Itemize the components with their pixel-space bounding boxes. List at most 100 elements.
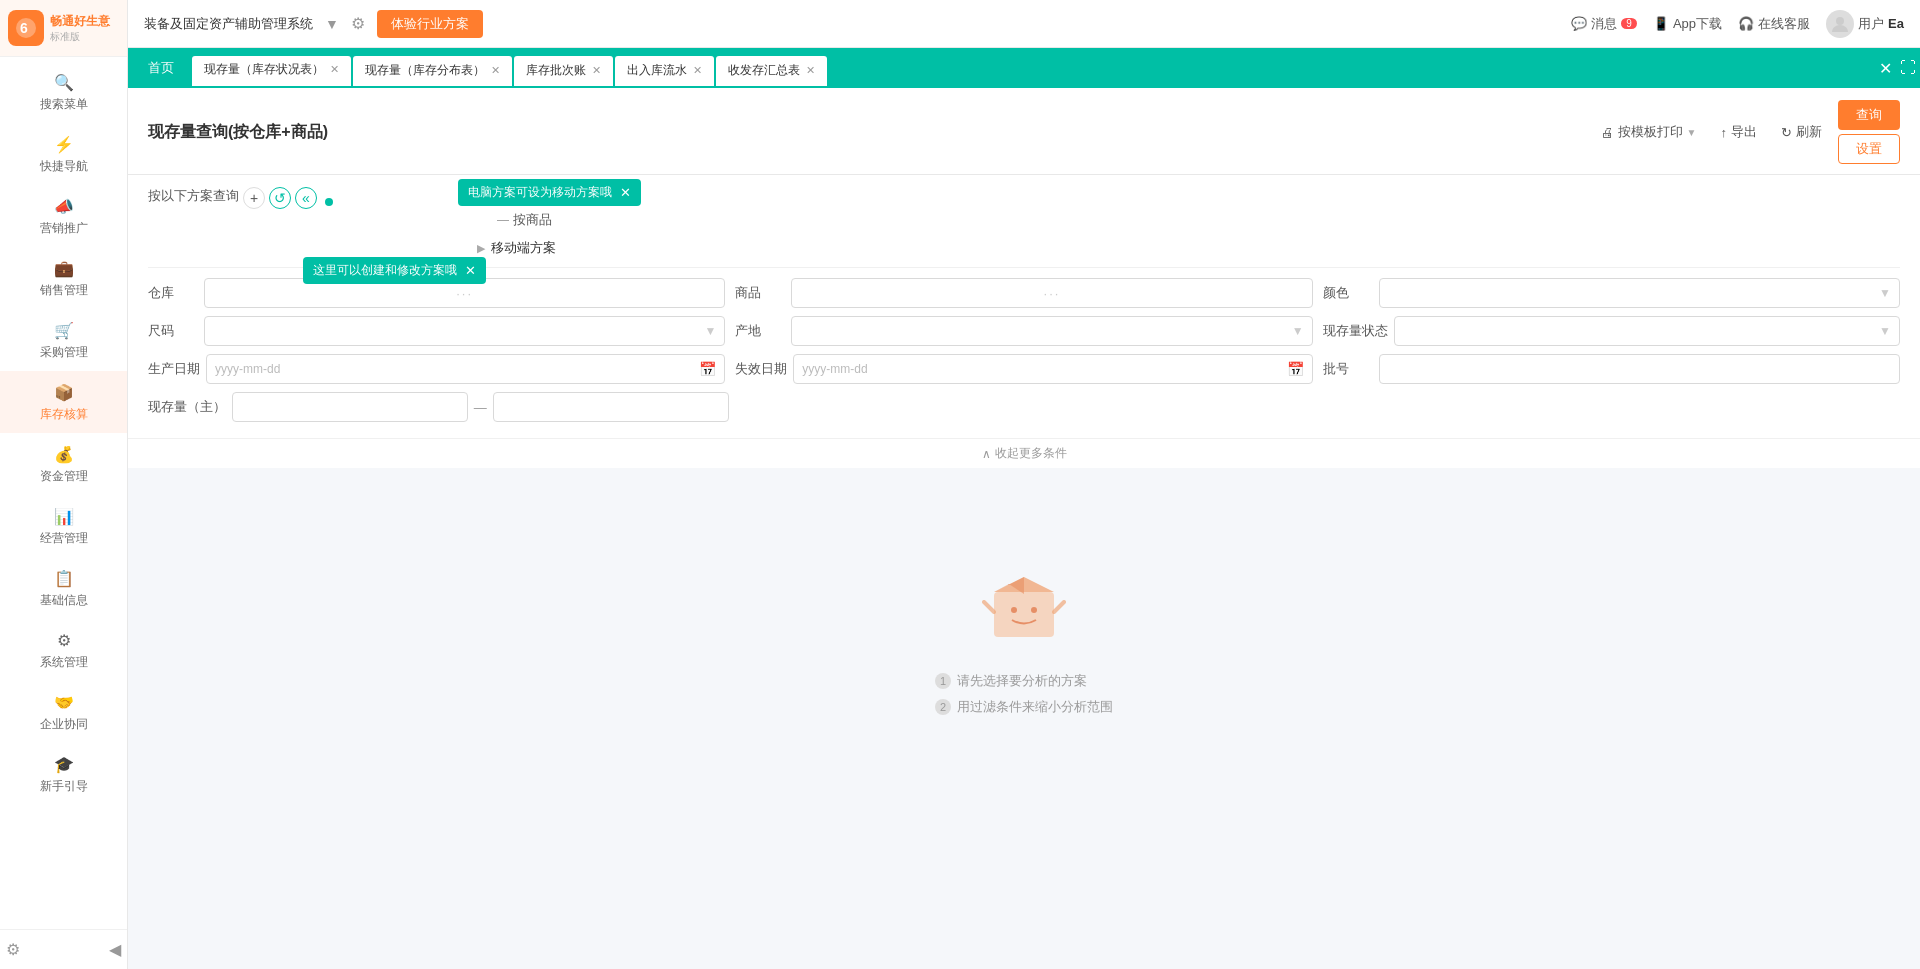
sidebar-item-2[interactable]: 📣 营销推广 — [0, 185, 127, 247]
sidebar-collapse-icon[interactable]: ◀ — [109, 940, 121, 959]
tab-0[interactable]: 现存量（库存状况表） ✕ — [192, 56, 351, 86]
nav-icon-1: ⚡ — [53, 133, 75, 155]
stock-main-to[interactable] — [493, 392, 729, 422]
online-support-btn[interactable]: 🎧 在线客服 — [1738, 15, 1810, 33]
tabs-close-all-icon[interactable]: ✕ — [1879, 59, 1892, 78]
page-title-row: 现存量查询(按仓库+商品) 🖨 按模板打印 ▼ ↑ 导出 ↻ 刷新 — [148, 100, 1900, 164]
scheme-pc-subitem-label[interactable]: 按商品 — [513, 211, 552, 229]
tab-3[interactable]: 出入库流水 ✕ — [615, 56, 714, 86]
sidebar-item-3[interactable]: 💼 销售管理 — [0, 247, 127, 309]
tooltip-pc-scheme: 电脑方案可设为移动方案哦 ✕ — [458, 179, 641, 206]
svg-point-7 — [1031, 607, 1037, 613]
expire-date-input[interactable]: yyyy-mm-dd 📅 — [793, 354, 1312, 384]
tab-home[interactable]: 首页 — [132, 48, 190, 88]
tab-close-4[interactable]: ✕ — [806, 64, 815, 77]
scheme-mobile-label[interactable]: 移动端方案 — [491, 239, 556, 257]
tab-close-3[interactable]: ✕ — [693, 64, 702, 77]
user-ea: Ea — [1888, 16, 1904, 31]
system-dropdown-icon[interactable]: ▼ — [325, 16, 339, 32]
collapse-btn[interactable]: ∧ 收起更多条件 — [982, 445, 1067, 462]
sidebar-item-11[interactable]: 🎓 新手引导 — [0, 743, 127, 805]
tabs-fullscreen-icon[interactable]: ⛶ — [1900, 59, 1916, 77]
stock-main-from[interactable] — [232, 392, 468, 422]
tab-close-1[interactable]: ✕ — [491, 64, 500, 77]
tab-4[interactable]: 收发存汇总表 ✕ — [716, 56, 827, 86]
svg-line-8 — [984, 602, 994, 612]
sidebar-item-4[interactable]: 🛒 采购管理 — [0, 309, 127, 371]
sidebar-item-8[interactable]: 📋 基础信息 — [0, 557, 127, 619]
prod-date-input[interactable]: yyyy-mm-dd 📅 — [206, 354, 725, 384]
warehouse-label: 仓库 — [148, 284, 198, 302]
tab-2[interactable]: 库存批次账 ✕ — [514, 56, 613, 86]
tab-1[interactable]: 现存量（库存分布表） ✕ — [353, 56, 512, 86]
color-dropdown-icon: ▼ — [1879, 286, 1891, 300]
empty-tips: 1 请先选择要分析的方案 2 用过滤条件来缩小分析范围 — [935, 668, 1113, 720]
filter-row-4: 现存量（主） — — [148, 392, 1900, 422]
sidebar-item-0[interactable]: 🔍 搜索菜单 — [0, 61, 127, 123]
nav-icon-2: 📣 — [53, 195, 75, 217]
tooltip1-close[interactable]: ✕ — [620, 185, 631, 200]
sidebar-item-9[interactable]: ⚙ 系统管理 — [0, 619, 127, 681]
field-origin: 产地 ▼ — [735, 316, 1312, 346]
sidebar: 6 畅通好生意 标准版 🔍 搜索菜单 ⚡ 快捷导航 📣 营销推广 💼 销售管理 … — [0, 0, 128, 969]
system-name: 装备及固定资产辅助管理系统 — [144, 15, 313, 33]
app-download-btn[interactable]: 📱 App下载 — [1653, 15, 1722, 33]
refresh-btn[interactable]: ↻ 刷新 — [1773, 119, 1830, 145]
page-header: 现存量查询(按仓库+商品) 🖨 按模板打印 ▼ ↑ 导出 ↻ 刷新 — [128, 88, 1920, 175]
active-indicator — [325, 198, 333, 206]
sidebar-item-1[interactable]: ⚡ 快捷导航 — [0, 123, 127, 185]
scheme-mobile-group: ▶ 移动端方案 — [477, 239, 556, 257]
nav-label-0: 搜索菜单 — [40, 96, 88, 113]
size-select[interactable]: ▼ — [204, 316, 725, 346]
size-dropdown-icon: ▼ — [704, 324, 716, 338]
setting-btn[interactable]: 设置 — [1838, 134, 1900, 164]
sidebar-item-5[interactable]: 📦 库存核算 — [0, 371, 127, 433]
nav-label-9: 系统管理 — [40, 654, 88, 671]
nav-icon-6: 💰 — [53, 443, 75, 465]
empty-tip-2: 2 用过滤条件来缩小分析范围 — [935, 694, 1113, 720]
scheme-pc-subitem: — 按商品 — [477, 211, 556, 229]
sidebar-nav: 🔍 搜索菜单 ⚡ 快捷导航 📣 营销推广 💼 销售管理 🛒 采购管理 📦 库存核… — [0, 57, 127, 929]
collapse-up-icon: ∧ — [982, 447, 991, 461]
page-actions: 🖨 按模板打印 ▼ ↑ 导出 ↻ 刷新 查询 设置 — [1593, 100, 1900, 164]
color-select[interactable]: ▼ — [1379, 278, 1900, 308]
product-input[interactable]: ··· — [791, 278, 1312, 308]
sidebar-item-6[interactable]: 💰 资金管理 — [0, 433, 127, 495]
support-icon: 🎧 — [1738, 16, 1754, 31]
tab-close-0[interactable]: ✕ — [330, 63, 339, 76]
user-label: 用户 — [1858, 15, 1884, 33]
header-settings-icon[interactable]: ⚙ — [351, 14, 365, 33]
sidebar-settings-icon[interactable]: ⚙ — [6, 940, 20, 959]
batch-input[interactable] — [1379, 354, 1900, 384]
nav-icon-8: 📋 — [53, 567, 75, 589]
query-btn[interactable]: 查询 — [1838, 100, 1900, 130]
user-area[interactable]: 用户 Ea — [1826, 10, 1904, 38]
scheme-back-btn[interactable]: « — [295, 187, 317, 209]
print-btn[interactable]: 🖨 按模板打印 ▼ — [1593, 119, 1705, 145]
nav-label-6: 资金管理 — [40, 468, 88, 485]
message-btn[interactable]: 💬 消息 9 — [1571, 15, 1637, 33]
stock-status-select[interactable]: ▼ — [1394, 316, 1900, 346]
nav-icon-11: 🎓 — [53, 753, 75, 775]
sidebar-item-7[interactable]: 📊 经营管理 — [0, 495, 127, 557]
field-size: 尺码 ▼ — [148, 316, 725, 346]
field-color: 颜色 ▼ — [1323, 278, 1900, 308]
nav-label-7: 经营管理 — [40, 530, 88, 547]
svg-point-6 — [1011, 607, 1017, 613]
export-btn[interactable]: ↑ 导出 — [1713, 119, 1766, 145]
stock-status-dropdown-icon: ▼ — [1879, 324, 1891, 338]
tooltip2-close[interactable]: ✕ — [465, 263, 476, 278]
stock-status-label: 现存量状态 — [1323, 322, 1388, 340]
scheme-edit-btn[interactable]: ↺ — [269, 187, 291, 209]
origin-select[interactable]: ▼ — [791, 316, 1312, 346]
scheme-add-btn[interactable]: + — [243, 187, 265, 209]
header-left: 装备及固定资产辅助管理系统 ▼ ⚙ 体验行业方案 — [144, 10, 483, 38]
sidebar-item-10[interactable]: 🤝 企业协同 — [0, 681, 127, 743]
message-badge: 9 — [1621, 18, 1637, 29]
filter-scheme-label: 按以下方案查询 — [148, 187, 239, 205]
tab-close-2[interactable]: ✕ — [592, 64, 601, 77]
nav-icon-9: ⚙ — [53, 629, 75, 651]
filter-area: 按以下方案查询 + ↺ « 电脑方案可设为移动方案哦 ✕ ▶ 电脑端方案 — [128, 175, 1920, 438]
industry-btn[interactable]: 体验行业方案 — [377, 10, 483, 38]
origin-dropdown-icon: ▼ — [1292, 324, 1304, 338]
